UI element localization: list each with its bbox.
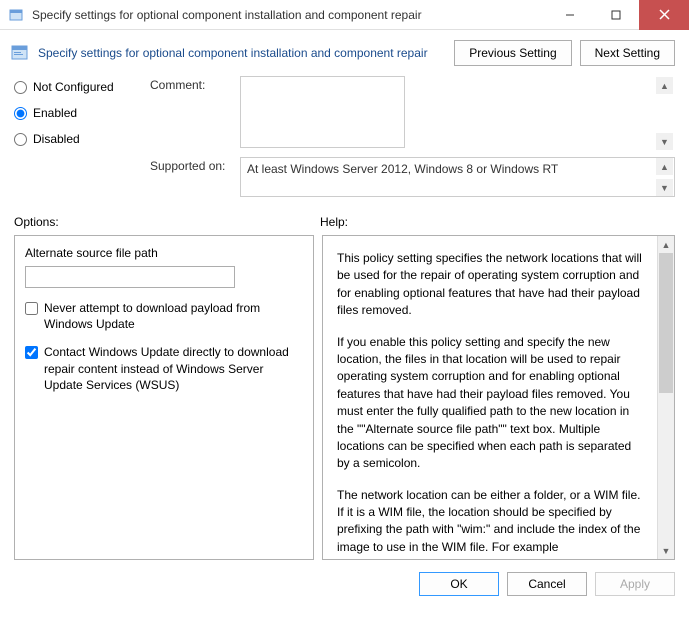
supported-on-box: At least Windows Server 2012, Windows 8 … <box>240 157 675 197</box>
radio-enabled-input[interactable] <box>14 107 27 120</box>
comment-textarea[interactable] <box>240 76 405 148</box>
help-panel: This policy setting specifies the networ… <box>322 235 675 560</box>
radio-not-configured-label: Not Configured <box>33 80 114 94</box>
never-download-checkbox[interactable] <box>25 302 38 315</box>
header-title: Specify settings for optional component … <box>38 46 446 60</box>
policy-icon <box>8 7 24 23</box>
scroll-down-icon[interactable]: ▼ <box>656 133 673 150</box>
titlebar: Specify settings for optional component … <box>0 0 689 30</box>
cancel-button[interactable]: Cancel <box>507 572 587 596</box>
scroll-up-icon[interactable]: ▲ <box>658 236 674 253</box>
supported-label: Supported on: <box>150 157 240 173</box>
previous-setting-button[interactable]: Previous Setting <box>454 40 571 66</box>
alt-path-label: Alternate source file path <box>25 246 303 260</box>
supported-on-text: At least Windows Server 2012, Windows 8 … <box>247 162 558 176</box>
options-panel: Alternate source file path Never attempt… <box>14 235 314 560</box>
comment-label: Comment: <box>150 76 240 92</box>
scroll-down-icon[interactable]: ▼ <box>656 179 673 196</box>
header-row: Specify settings for optional component … <box>0 30 689 76</box>
close-button[interactable] <box>639 0 689 30</box>
scroll-down-icon[interactable]: ▼ <box>658 542 674 559</box>
radio-enabled[interactable]: Enabled <box>14 106 134 120</box>
radio-disabled[interactable]: Disabled <box>14 132 134 146</box>
options-section-label: Options: <box>14 215 320 229</box>
contact-wu-checkbox[interactable] <box>25 346 38 359</box>
apply-button[interactable]: Apply <box>595 572 675 596</box>
minimize-button[interactable] <box>547 0 593 30</box>
window-title: Specify settings for optional component … <box>32 8 547 22</box>
radio-not-configured-input[interactable] <box>14 81 27 94</box>
scroll-up-icon[interactable]: ▲ <box>656 158 673 175</box>
alt-path-input[interactable] <box>25 266 235 288</box>
next-setting-button[interactable]: Next Setting <box>580 40 675 66</box>
radio-disabled-label: Disabled <box>33 132 80 146</box>
help-paragraph: This policy setting specifies the networ… <box>337 250 647 320</box>
help-paragraph: The network location can be either a fol… <box>337 487 647 559</box>
scroll-up-icon[interactable]: ▲ <box>656 77 673 94</box>
radio-enabled-label: Enabled <box>33 106 77 120</box>
help-section-label: Help: <box>320 215 675 229</box>
ok-button[interactable]: OK <box>419 572 499 596</box>
scrollbar-thumb[interactable] <box>659 253 673 393</box>
radio-disabled-input[interactable] <box>14 133 27 146</box>
contact-wu-label: Contact Windows Update directly to downl… <box>44 344 303 393</box>
maximize-button[interactable] <box>593 0 639 30</box>
radio-not-configured[interactable]: Not Configured <box>14 80 134 94</box>
help-scrollbar[interactable]: ▲ ▼ <box>657 236 674 559</box>
help-text: This policy setting specifies the networ… <box>323 236 657 559</box>
help-paragraph: If you enable this policy setting and sp… <box>337 334 647 473</box>
policy-icon <box>10 43 30 63</box>
never-download-label: Never attempt to download payload from W… <box>44 300 303 332</box>
